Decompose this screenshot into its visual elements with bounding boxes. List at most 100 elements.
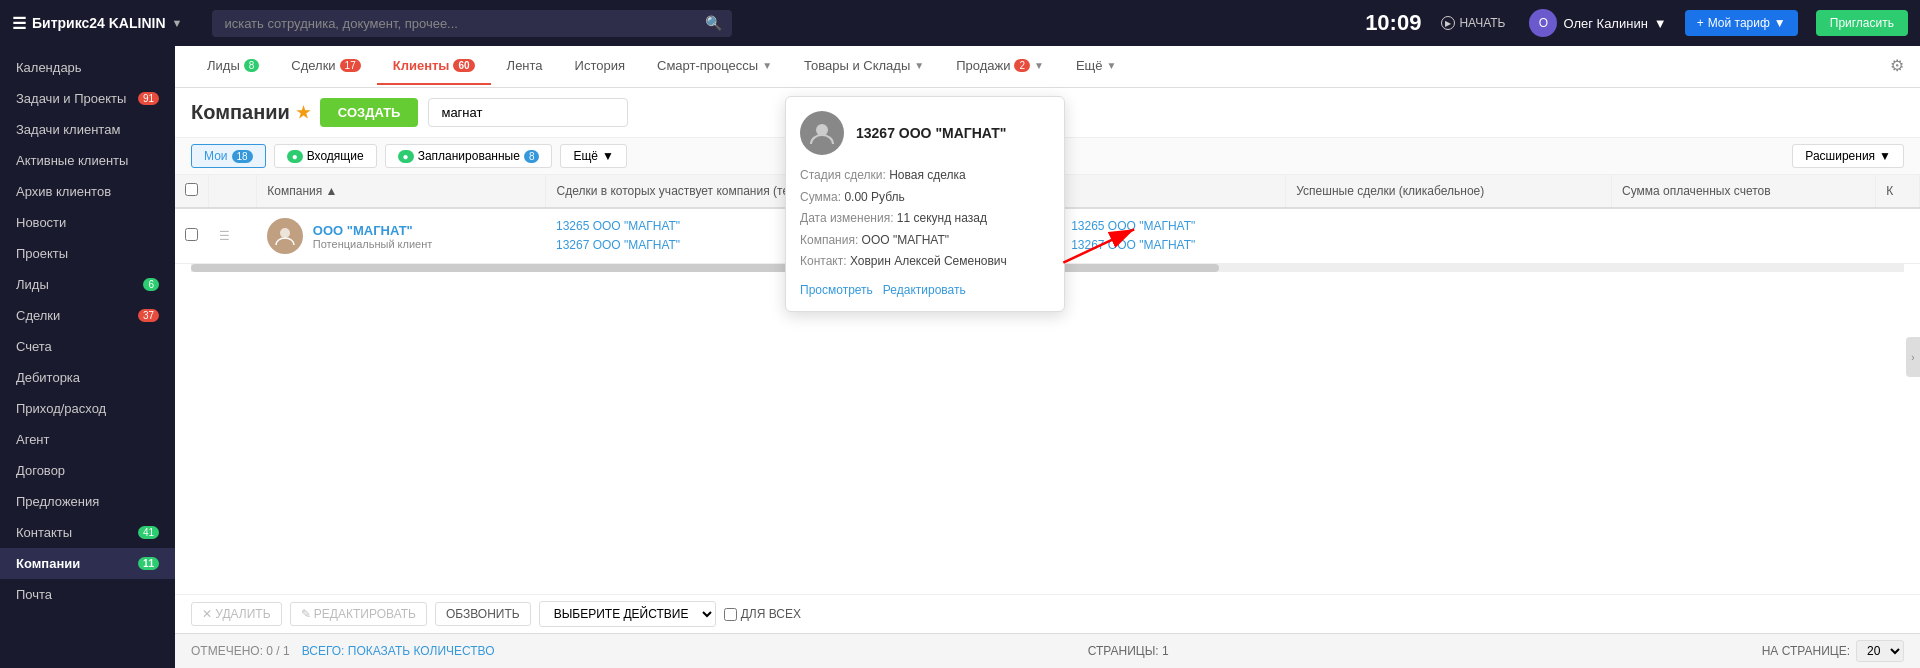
row-paid-cell — [1612, 208, 1876, 264]
expand-chevron-icon: ▼ — [1879, 149, 1891, 163]
planned-count: 8 — [524, 150, 540, 163]
sidebar-item-archive-clients[interactable]: Архив клиентов — [0, 176, 175, 207]
companies-badge: 11 — [138, 557, 159, 570]
call-button[interactable]: ОБЗВОНИТЬ — [435, 602, 531, 626]
tooltip-amount: Сумма: 0.00 Рубль — [800, 187, 1050, 209]
per-page-control: НА СТРАНИЦЕ: 20 — [1762, 640, 1904, 662]
sidebar-item-contract[interactable]: Договор — [0, 455, 175, 486]
select-all-checkbox[interactable] — [185, 183, 198, 196]
sidebar-item-calendar[interactable]: Календарь — [0, 52, 175, 83]
selected-count: ОТМЕЧЕНО: 0 / 1 — [191, 644, 290, 658]
play-icon: ▶ — [1441, 16, 1455, 30]
sidebar-item-invoices[interactable]: Счета — [0, 331, 175, 362]
deal-link-4[interactable]: 13267 ООО "МАГНАТ" — [1071, 236, 1276, 255]
companies-search-input[interactable] — [428, 98, 628, 127]
pages-display: СТРАНИЦЫ: 1 — [1088, 644, 1169, 658]
moi-count: 18 — [232, 150, 253, 163]
sidebar-item-mail[interactable]: Почта — [0, 579, 175, 610]
main-content: Лиды 8 Сделки 17 Клиенты 60 Лента Истори… — [175, 46, 1920, 668]
global-search-input[interactable] — [212, 10, 732, 37]
start-button[interactable]: ▶ НАЧАТЬ — [1441, 16, 1505, 30]
col-icon — [209, 175, 257, 208]
bottom-bar: ОТМЕЧЕНО: 0 / 1 ВСЕГО: ПОКАЗАТЬ КОЛИЧЕСТ… — [175, 633, 1920, 668]
edit-button[interactable]: ✎ РЕДАКТИРОВАТЬ — [290, 602, 427, 626]
sidebar-item-label: Проекты — [16, 246, 68, 261]
logo-chevron-icon[interactable]: ▼ — [172, 17, 183, 29]
tooltip-header: 13267 ООО "МАГНАТ" — [800, 111, 1050, 155]
filter-more[interactable]: Ещё ▼ — [560, 144, 626, 168]
filter-moi[interactable]: Мои 18 — [191, 144, 266, 168]
main-layout: Календарь Задачи и Проекты 91 Задачи кли… — [0, 46, 1920, 668]
sidebar-item-label: Активные клиенты — [16, 153, 128, 168]
hamburger-icon[interactable]: ☰ — [12, 14, 26, 33]
invite-button[interactable]: Пригласить — [1816, 10, 1908, 36]
sidebar-item-leads[interactable]: Лиды 6 — [0, 269, 175, 300]
for-all-label: ДЛЯ ВСЕХ — [724, 607, 801, 621]
tab-leads[interactable]: Лиды 8 — [191, 48, 275, 85]
create-button[interactable]: СОЗДАТЬ — [320, 98, 419, 127]
collapse-handle[interactable]: › — [1906, 337, 1920, 377]
tab-feed[interactable]: Лента — [491, 48, 559, 85]
row-k-cell — [1876, 208, 1920, 264]
company-name-link[interactable]: ООО "МАГНАТ" — [313, 223, 433, 238]
company-sub-label: Потенциальный клиент — [313, 238, 433, 250]
delete-button[interactable]: ✕ УДАЛИТЬ — [191, 602, 282, 626]
sidebar-item-contacts[interactable]: Контакты 41 — [0, 517, 175, 548]
app-logo: ☰ Битрикс24 KALININ ▼ — [12, 14, 182, 33]
sidebar-item-companies[interactable]: Компании 11 — [0, 548, 175, 579]
tab-more[interactable]: Ещё ▼ — [1060, 48, 1133, 85]
tab-sales[interactable]: Продажи 2 ▼ — [940, 48, 1060, 85]
sidebar-item-deals[interactable]: Сделки 37 — [0, 300, 175, 331]
sidebar-item-tasks[interactable]: Задачи и Проекты 91 — [0, 83, 175, 114]
contacts-badge: 41 — [138, 526, 159, 539]
sidebar-item-news[interactable]: Новости — [0, 207, 175, 238]
tooltip-edit-link[interactable]: Редактировать — [883, 283, 966, 297]
sidebar-item-proposals[interactable]: Предложения — [0, 486, 175, 517]
row-company-cell: ООО "МАГНАТ" Потенциальный клиент — [257, 208, 546, 264]
tooltip-view-link[interactable]: Просмотреть — [800, 283, 873, 297]
sidebar-item-income[interactable]: Приход/расход — [0, 393, 175, 424]
sidebar-item-projects[interactable]: Проекты — [0, 238, 175, 269]
favorite-star-icon[interactable]: ★ — [296, 103, 310, 122]
sidebar-item-debit[interactable]: Дебиторка — [0, 362, 175, 393]
user-menu[interactable]: О Олег Калинин ▼ — [1529, 9, 1666, 37]
tab-warehouse[interactable]: Товары и Склады ▼ — [788, 48, 940, 85]
col-k: К — [1876, 175, 1920, 208]
sidebar-item-label: Календарь — [16, 60, 82, 75]
for-all-checkbox[interactable] — [724, 608, 737, 621]
tooltip-date: Дата изменения: 11 секунд назад — [800, 208, 1050, 230]
tab-deals[interactable]: Сделки 17 — [275, 48, 376, 85]
smart-chevron-icon: ▼ — [762, 60, 772, 71]
sidebar-item-active-clients[interactable]: Активные клиенты — [0, 145, 175, 176]
tab-history[interactable]: История — [559, 48, 641, 85]
user-name: Олег Калинин — [1563, 16, 1647, 31]
global-search: 🔍 — [212, 10, 732, 37]
tariff-button[interactable]: + Мой тариф ▼ — [1685, 10, 1798, 36]
row-icon-cell: ☰ — [209, 208, 257, 264]
tariff-label: Мой тариф — [1708, 16, 1770, 30]
tab-smart[interactable]: Смарт-процессы ▼ — [641, 48, 788, 85]
filter-incoming[interactable]: ● Входящие — [274, 144, 377, 168]
tooltip-actions: Просмотреть Редактировать — [800, 283, 1050, 297]
tab-clients[interactable]: Клиенты 60 — [377, 48, 491, 85]
sidebar-item-agent[interactable]: Агент — [0, 424, 175, 455]
settings-icon[interactable]: ⚙ — [1890, 56, 1904, 75]
total-count[interactable]: ВСЕГО: ПОКАЗАТЬ КОЛИЧЕСТВО — [302, 644, 495, 658]
more-filter-chevron-icon: ▼ — [602, 149, 614, 163]
sidebar-item-client-tasks[interactable]: Задачи клиентам — [0, 114, 175, 145]
deal-link-3[interactable]: 13265 ООО "МАГНАТ" — [1071, 217, 1276, 236]
clock-display: 10:09 — [1365, 10, 1421, 36]
row-drag-icon: ☰ — [219, 229, 230, 243]
expand-button[interactable]: Расширения ▼ — [1792, 144, 1904, 168]
tooltip-company: Компания: ООО "МАГНАТ" — [800, 230, 1050, 252]
filter-planned[interactable]: ● Запланированные 8 — [385, 144, 553, 168]
company-info: ООО "МАГНАТ" Потенциальный клиент — [313, 223, 433, 250]
tooltip-body: Стадия сделки: Новая сделка Сумма: 0.00 … — [800, 165, 1050, 273]
leads-badge: 6 — [143, 278, 159, 291]
sidebar-item-label: Сделки — [16, 308, 60, 323]
per-page-select[interactable]: 20 — [1856, 640, 1904, 662]
svg-point-0 — [280, 228, 290, 238]
row-checkbox[interactable] — [185, 228, 198, 241]
action-select[interactable]: ВЫБЕРИТЕ ДЕЙСТВИЕ — [539, 601, 716, 627]
col-company[interactable]: Компания ▲ — [257, 175, 546, 208]
